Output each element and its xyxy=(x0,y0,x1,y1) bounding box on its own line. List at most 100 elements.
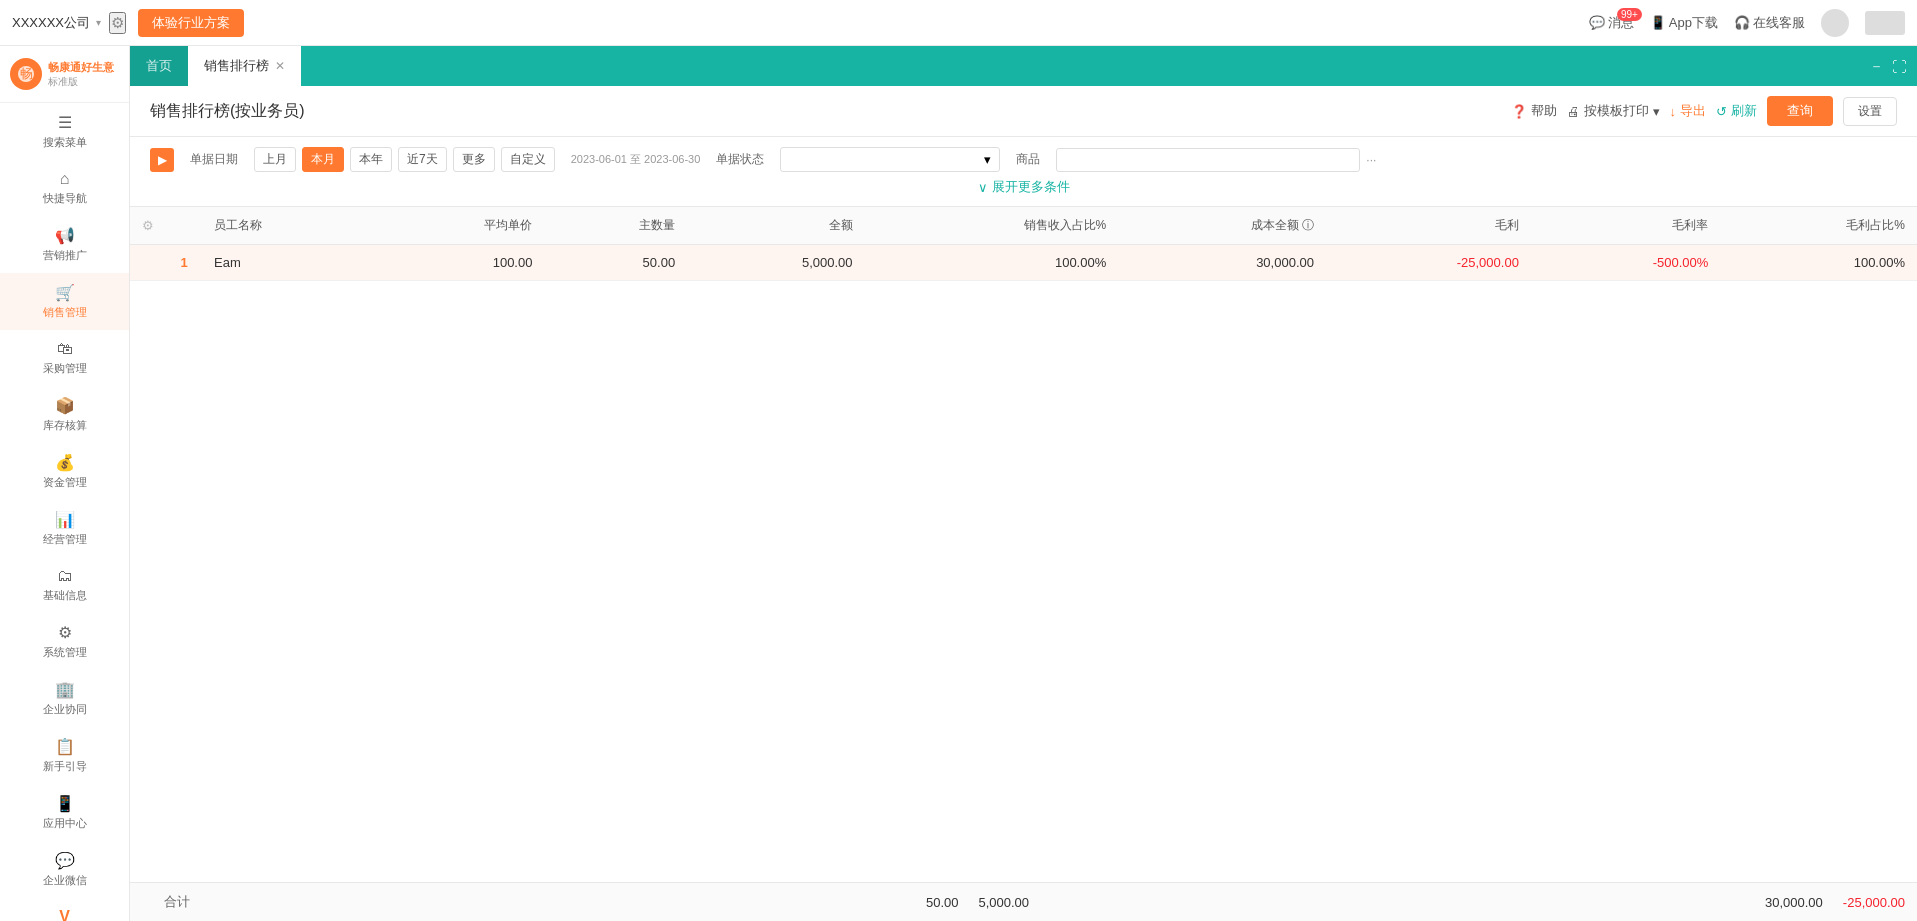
message-button[interactable]: 💬 消息 99+ xyxy=(1589,14,1634,32)
help-button[interactable]: ❓ 帮助 xyxy=(1511,102,1557,120)
tab-close-icon[interactable]: ✕ xyxy=(275,59,285,73)
th-settings[interactable]: ⚙ xyxy=(130,207,166,245)
avatar[interactable] xyxy=(1821,9,1849,37)
th-profit-rate: 毛利率 xyxy=(1531,207,1720,245)
home-icon: ⌂ xyxy=(60,170,70,188)
top-bar: XXXXXX公司 ▾ ⚙ 体验行业方案 💬 消息 99+ 📱 App下载 🎧 在… xyxy=(0,0,1917,46)
sidebar-item-guide[interactable]: 📋 新手引导 xyxy=(0,727,129,784)
export-button[interactable]: ↓ 导出 xyxy=(1670,102,1707,120)
expand-conditions-button[interactable]: ∨ 展开更多条件 xyxy=(978,178,1070,196)
print-icon: 🖨 xyxy=(1567,104,1580,119)
trial-button[interactable]: 体验行业方案 xyxy=(138,9,244,37)
th-name: 员工名称 xyxy=(202,207,373,245)
column-settings-icon[interactable]: ⚙ xyxy=(142,218,154,233)
footer-qty: 50.00 xyxy=(926,895,959,910)
status-select[interactable]: ▾ xyxy=(780,147,1000,172)
logo-text-block: 畅康通好生意 标准版 xyxy=(48,60,114,89)
sidebar: 畅 畅康通好生意 标准版 ☰ 搜索菜单 ⌂ 快捷导航 📢 营销推广 🛒 销售管理… xyxy=(0,46,130,921)
sidebar-item-enterprise[interactable]: 🏢 企业协同 xyxy=(0,670,129,727)
tab-sales-rank[interactable]: 销售排行榜 ✕ xyxy=(188,46,301,86)
sidebar-item-inventory[interactable]: 📦 库存核算 xyxy=(0,386,129,443)
tab-home[interactable]: 首页 xyxy=(130,46,188,86)
date-curr-month-btn[interactable]: 本月 xyxy=(302,147,344,172)
date-filter-options: 上月 本月 本年 近7天 更多 自定义 xyxy=(254,147,555,172)
tab-home-label: 首页 xyxy=(146,57,172,75)
settings-button[interactable]: 设置 xyxy=(1843,97,1897,126)
page-title: 销售排行榜(按业务员) xyxy=(150,101,1511,122)
date-more-btn[interactable]: 更多 xyxy=(453,147,495,172)
company-selector[interactable]: XXXXXX公司 ▾ xyxy=(12,14,101,32)
footer-cost: 30,000.00 xyxy=(1765,895,1823,910)
maximize-icon[interactable]: ⛶ xyxy=(1892,58,1907,75)
tab-right-actions: － ⛶ xyxy=(1869,57,1917,76)
footer-amount: 5,000.00 xyxy=(978,895,1029,910)
app-download-button[interactable]: 📱 App下载 xyxy=(1650,14,1718,32)
sidebar-item-label: 销售管理 xyxy=(43,305,87,320)
message-icon: 💬 xyxy=(1589,15,1605,30)
footer-total-label: 合计 xyxy=(142,893,190,911)
print-button[interactable]: 🖨 按模板打印 ▾ xyxy=(1567,102,1660,120)
table-wrap: ⚙ 员工名称 平均单价 主数量 全额 销售收入占比% 成本全额 ⓘ 毛利 毛利率… xyxy=(130,207,1917,882)
sidebar-item-label: 库存核算 xyxy=(43,418,87,433)
goods-filter: ··· xyxy=(1056,148,1376,172)
date-range-text: 2023-06-01 至 2023-06-30 xyxy=(571,152,701,167)
td-name: Eam xyxy=(202,245,373,281)
sidebar-item-label: 新手引导 xyxy=(43,759,87,774)
sidebar-item-label: 企业微信 xyxy=(43,873,87,888)
sidebar-item-purchase[interactable]: 🛍 采购管理 xyxy=(0,330,129,386)
th-profit: 毛利 xyxy=(1326,207,1531,245)
sidebar-item-system[interactable]: ⚙ 系统管理 xyxy=(0,613,129,670)
select-chevron-icon: ▾ xyxy=(984,152,991,167)
user-name-placeholder xyxy=(1865,11,1905,35)
logo-icon: 畅 xyxy=(10,58,42,90)
export-icon: ↓ xyxy=(1670,104,1677,119)
date-custom-btn[interactable]: 自定义 xyxy=(501,147,555,172)
td-qty: 50.00 xyxy=(544,245,687,281)
sidebar-item-label: 采购管理 xyxy=(43,361,87,376)
sidebar-item-search[interactable]: ☰ 搜索菜单 xyxy=(0,103,129,160)
query-button[interactable]: 查询 xyxy=(1767,96,1833,126)
page-header: 销售排行榜(按业务员) ❓ 帮助 🖨 按模板打印 ▾ ↓ 导出 ↺ 刷新 xyxy=(130,86,1917,137)
th-profit-pct: 毛利占比% xyxy=(1720,207,1917,245)
goods-label: 商品 xyxy=(1016,151,1040,168)
sidebar-item-marketing[interactable]: 📢 营销推广 xyxy=(0,216,129,273)
filter-toggle-button[interactable]: ▶ xyxy=(150,148,174,172)
sidebar-item-vip[interactable]: V 畅会员 xyxy=(0,898,129,921)
td-avg-price: 100.00 xyxy=(373,245,544,281)
sidebar-item-wechat[interactable]: 💬 企业微信 xyxy=(0,841,129,898)
sidebar-item-shortcuts[interactable]: ⌂ 快捷导航 xyxy=(0,160,129,216)
sidebar-item-sales[interactable]: 🛒 销售管理 xyxy=(0,273,129,330)
sidebar-item-operations[interactable]: 📊 经营管理 xyxy=(0,500,129,557)
td-sales-pct: 100.00% xyxy=(865,245,1119,281)
tab-bar: 首页 销售排行榜 ✕ － ⛶ xyxy=(130,46,1917,86)
date-7days-btn[interactable]: 近7天 xyxy=(398,147,447,172)
th-sales-pct: 销售收入占比% xyxy=(865,207,1119,245)
th-qty: 主数量 xyxy=(544,207,687,245)
td-settings xyxy=(130,245,166,281)
goods-more-icon[interactable]: ··· xyxy=(1366,153,1376,167)
settings-icon[interactable]: ⚙ xyxy=(109,12,126,34)
table-header: ⚙ 员工名称 平均单价 主数量 全额 销售收入占比% 成本全额 ⓘ 毛利 毛利率… xyxy=(130,207,1917,245)
sidebar-item-basic[interactable]: 🗂 基础信息 xyxy=(0,557,129,613)
date-prev-month-btn[interactable]: 上月 xyxy=(254,147,296,172)
enterprise-icon: 🏢 xyxy=(55,680,75,699)
online-service-button[interactable]: 🎧 在线客服 xyxy=(1734,14,1805,32)
footer-profit: -25,000.00 xyxy=(1843,895,1905,910)
sidebar-item-label: 资金管理 xyxy=(43,475,87,490)
logo-area: 畅 畅康通好生意 标准版 xyxy=(0,46,129,103)
td-profit-rate: -500.00% xyxy=(1531,245,1720,281)
print-chevron-icon: ▾ xyxy=(1653,104,1660,119)
chevron-down-icon: ▾ xyxy=(96,17,101,28)
sidebar-item-label: 搜索菜单 xyxy=(43,135,87,150)
sidebar-item-label: 快捷导航 xyxy=(43,191,87,206)
sidebar-item-label: 应用中心 xyxy=(43,816,87,831)
td-profit: -25,000.00 xyxy=(1326,245,1531,281)
goods-input[interactable] xyxy=(1056,148,1360,172)
minimize-icon[interactable]: － xyxy=(1869,57,1884,76)
app-label: App下载 xyxy=(1669,14,1718,32)
sidebar-item-finance[interactable]: 💰 资金管理 xyxy=(0,443,129,500)
refresh-button[interactable]: ↺ 刷新 xyxy=(1716,102,1757,120)
date-year-btn[interactable]: 本年 xyxy=(350,147,392,172)
sidebar-item-apps[interactable]: 📱 应用中心 xyxy=(0,784,129,841)
apps-icon: 📱 xyxy=(55,794,75,813)
